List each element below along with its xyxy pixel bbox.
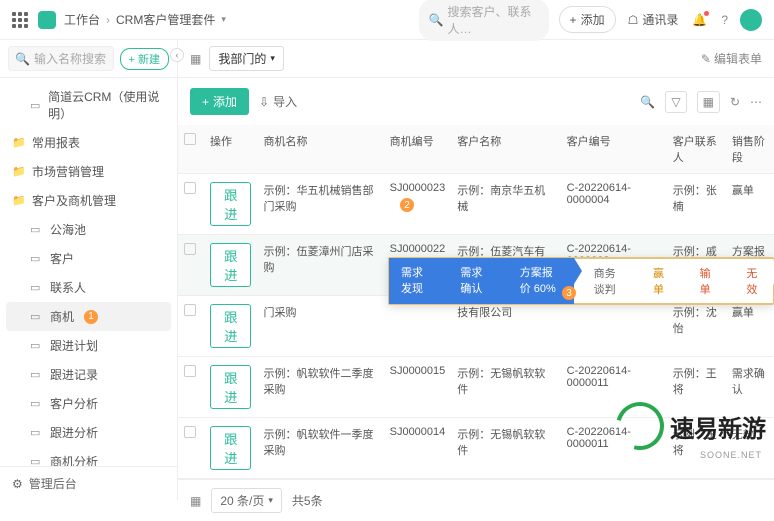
search-icon: 🔍 — [15, 52, 30, 66]
page-total: 共5条 — [292, 492, 323, 509]
checkbox[interactable] — [184, 304, 196, 316]
new-button[interactable]: + 新建 — [120, 48, 169, 70]
follow-button[interactable]: 跟进 — [210, 182, 251, 226]
app-logo — [38, 11, 56, 29]
checkbox[interactable] — [184, 133, 196, 145]
stage-需求确认[interactable]: 需求确认 — [440, 258, 499, 304]
plus-icon: + — [570, 13, 577, 27]
col-操作: 操作 — [204, 125, 257, 174]
download-icon: ⇩ — [259, 95, 269, 109]
dept-select[interactable]: 我部门的 ▾ — [209, 46, 284, 71]
page-icon: ▭ — [30, 397, 44, 410]
bell-icon[interactable]: 🔔 — [692, 13, 707, 27]
checkbox[interactable] — [184, 182, 196, 194]
side-search-input[interactable]: 🔍 输入名称搜索 — [8, 46, 114, 71]
page-icon: ▭ — [30, 252, 44, 265]
admin-link[interactable]: ⚙ 管理后台 — [0, 466, 177, 500]
plus-icon: + — [202, 95, 209, 109]
checkbox[interactable] — [184, 365, 196, 377]
nav-跟进计划[interactable]: ▭跟进计划 — [0, 331, 177, 360]
stage-popup: 需求发现需求确认方案报价 60%商务谈判赢单输单无效 — [388, 257, 774, 305]
chevron-down-icon: ▾ — [270, 53, 275, 64]
nav-客户分析[interactable]: ▭客户分析 — [0, 389, 177, 418]
stage-需求发现[interactable]: 需求发现 — [389, 258, 440, 304]
folder-icon: 📁 — [12, 194, 26, 207]
col-商机编号: 商机编号 — [384, 125, 452, 174]
col-销售阶段: 销售阶段 — [726, 125, 774, 174]
search-input[interactable]: 🔍 搜索客户、联系人… — [419, 0, 549, 41]
col-客户联系人: 客户联系人 — [667, 125, 726, 174]
contacts-link[interactable]: ☖ 通讯录 — [628, 11, 679, 28]
nav-crm-help[interactable]: ▭简道云CRM（使用说明） — [0, 82, 177, 128]
nav-联系人[interactable]: ▭联系人 — [0, 273, 177, 302]
nav-商机[interactable]: ▭商机1 — [6, 302, 171, 331]
table-row[interactable]: 跟进示例：华五机械销售部门采购SJ0000023示例：南京华五机械C-20220… — [178, 174, 774, 235]
edit-icon: ✎ — [701, 52, 711, 66]
avatar[interactable] — [740, 9, 762, 31]
more-icon[interactable]: ⋯ — [750, 95, 762, 109]
follow-button[interactable]: 跟进 — [210, 365, 251, 409]
nav-客户[interactable]: ▭客户 — [0, 244, 177, 273]
stage-商务谈判[interactable]: 商务谈判 — [574, 258, 633, 304]
col-商机名称: 商机名称 — [257, 125, 383, 174]
side-nav: ▭简道云CRM（使用说明） 📁常用报表📁市场营销管理📁客户及商机管理▭公海池▭客… — [0, 78, 177, 466]
follow-button[interactable]: 跟进 — [210, 243, 251, 287]
nav-常用报表[interactable]: 📁常用报表 — [0, 128, 177, 157]
edit-form-link[interactable]: ✎ 编辑表单 — [701, 50, 762, 67]
folder-icon: 📁 — [12, 136, 26, 149]
page-icon: ▭ — [30, 426, 44, 439]
bc-workspace[interactable]: 工作台 — [64, 11, 100, 28]
gear-icon: ⚙ — [12, 477, 23, 491]
page-icon: ▭ — [30, 223, 44, 236]
nav-跟进分析[interactable]: ▭跟进分析 — [0, 418, 177, 447]
nav-市场营销管理[interactable]: 📁市场营销管理 — [0, 157, 177, 186]
checkbox[interactable] — [184, 426, 196, 438]
watermark: 速易新游 — [616, 402, 766, 450]
search-icon: 🔍 — [429, 13, 444, 27]
folder-icon: ▦ — [190, 52, 201, 66]
watermark-sub: SOONE.NET — [700, 450, 762, 460]
contacts-icon: ☖ — [628, 13, 639, 27]
follow-button[interactable]: 跟进 — [210, 426, 251, 470]
collapse-sidebar-icon[interactable]: ‹ — [170, 48, 184, 62]
refresh-icon[interactable]: ↻ — [730, 95, 740, 109]
nav-跟进记录[interactable]: ▭跟进记录 — [0, 360, 177, 389]
add-record-button[interactable]: +添加 — [190, 88, 249, 115]
nav-商机分析[interactable]: ▭商机分析 — [0, 447, 177, 466]
bc-suite[interactable]: CRM客户管理套件 — [116, 11, 215, 28]
breadcrumb: 工作台 › CRM客户管理套件 ▾ — [64, 11, 226, 28]
chevron-right-icon: › — [106, 13, 110, 27]
page-icon: ▭ — [30, 455, 44, 466]
help-icon[interactable]: ? — [721, 13, 728, 27]
doc-icon: ▭ — [30, 99, 42, 112]
chevron-down-icon[interactable]: ▾ — [221, 14, 226, 25]
follow-button[interactable]: 跟进 — [210, 304, 251, 348]
page-icon: ▭ — [30, 339, 44, 352]
filter-icon[interactable]: ▽ — [665, 91, 686, 113]
page-icon: ▭ — [30, 281, 44, 294]
import-button[interactable]: ⇩导入 — [259, 93, 297, 110]
page-icon: ▭ — [30, 368, 44, 381]
col-客户编号: 客户编号 — [561, 125, 667, 174]
page-size-select[interactable]: 20 条/页▾ — [211, 488, 282, 513]
annotation-badge-2: 2 — [400, 198, 414, 212]
badge: 1 — [84, 310, 98, 324]
annotation-badge-3: 3 — [562, 286, 576, 300]
nav-公海池[interactable]: ▭公海池 — [0, 215, 177, 244]
page-icon: ▭ — [30, 310, 44, 323]
nav-客户及商机管理[interactable]: 📁客户及商机管理 — [0, 186, 177, 215]
watermark-logo-icon — [607, 393, 673, 459]
search-icon[interactable]: 🔍 — [640, 95, 655, 109]
apps-icon[interactable] — [12, 12, 28, 28]
columns-icon[interactable]: ▦ — [190, 494, 201, 508]
col-客户名称: 客户名称 — [451, 125, 560, 174]
add-button[interactable]: + 添加 — [559, 6, 616, 33]
checkbox[interactable] — [184, 243, 196, 255]
columns-icon[interactable]: ▦ — [697, 91, 720, 113]
folder-icon: 📁 — [12, 165, 26, 178]
